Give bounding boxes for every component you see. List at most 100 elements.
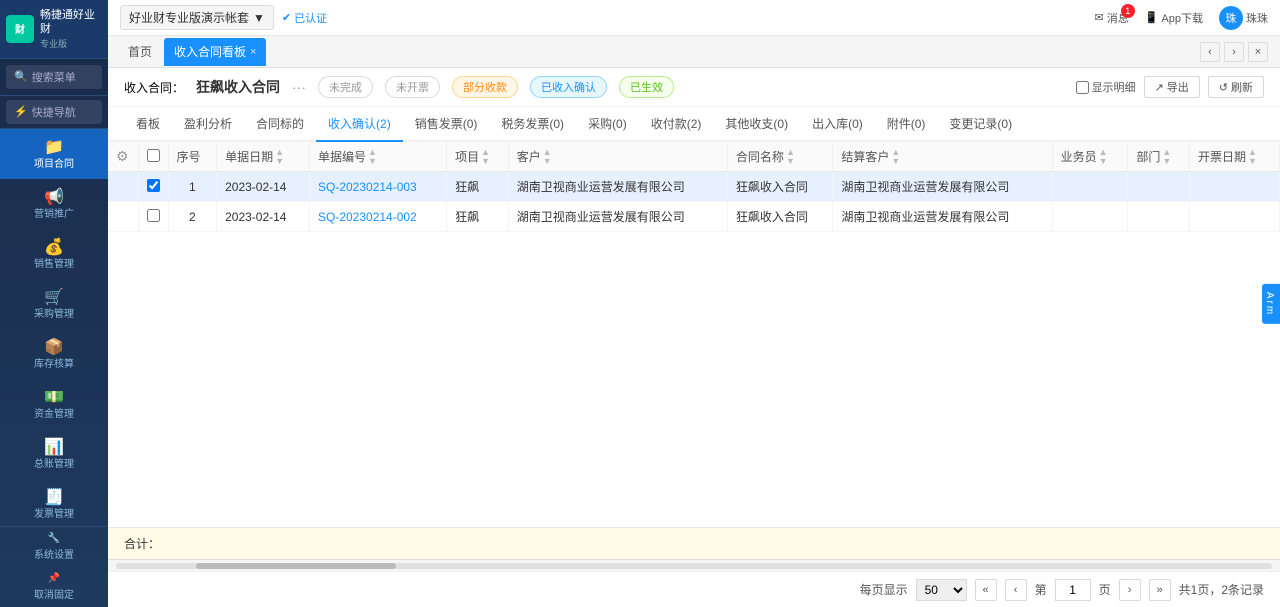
contract-more-button[interactable]: ··· [292, 79, 306, 95]
subtab-warehousing[interactable]: 出入库(0) [800, 107, 875, 142]
tabbar-nav: ‹ › × [1200, 42, 1268, 62]
contract-name-sort-icon[interactable]: ▲▼ [786, 148, 795, 164]
sidebar-item-general[interactable]: 📊 总账管理 [0, 429, 108, 479]
show-detail-checkbox-label[interactable]: 显示明细 [1076, 76, 1136, 98]
prev-page-button[interactable]: ‹ [1005, 579, 1027, 601]
select-all-checkbox[interactable] [147, 149, 160, 162]
contract-actions: 显示明细 ↗ 导出 ↺ 刷新 [1076, 76, 1264, 98]
export-button[interactable]: ↗ 导出 [1144, 76, 1200, 98]
company-selector[interactable]: 好业财专业版演示帐套 ▼ [120, 5, 274, 30]
next-page-button[interactable]: › [1119, 579, 1141, 601]
status-incomplete-button[interactable]: 未完成 [318, 76, 373, 98]
quick-nav-button[interactable]: ⚡ 快捷导航 [6, 100, 102, 124]
first-page-button[interactable]: « [975, 579, 997, 601]
row-order-no: SQ-20230214-002 [309, 202, 446, 232]
row-checkbox[interactable] [147, 179, 160, 192]
subtab-purchase[interactable]: 采购(0) [576, 107, 639, 142]
subtab-change-log[interactable]: 变更记录(0) [937, 107, 1024, 142]
department-sort-icon[interactable]: ▲▼ [1162, 148, 1171, 164]
subtab-contract-standard[interactable]: 合同标的 [244, 107, 316, 142]
row-department [1128, 202, 1190, 232]
subtab-kanban[interactable]: 看板 [124, 107, 172, 142]
active-tab[interactable]: 收入合同看板 × [164, 38, 266, 66]
general-icon: 📊 [44, 437, 64, 457]
tab-nav-prev[interactable]: ‹ [1200, 42, 1220, 62]
th-salesperson[interactable]: 业务员 ▲▼ [1052, 142, 1128, 172]
horizontal-scrollbar[interactable] [108, 559, 1280, 571]
subtab-tax-invoice[interactable]: 税务发票(0) [489, 107, 576, 142]
topbar: 好业财专业版演示帐套 ▼ ✔ 已认证 ✉ 1 消息 📱 App下载 珠 [108, 0, 1280, 36]
settings-gear-icon[interactable]: ⚙ [116, 148, 129, 164]
sidebar-item-invoice[interactable]: 🧾 发票管理 [0, 479, 108, 526]
th-customer[interactable]: 客户 ▲▼ [508, 142, 727, 172]
sidebar: 财 畅捷通好业财 专业版 🔍 搜索菜单 ⚡ 快捷导航 📁 项目合同 📢 营销推广… [0, 0, 108, 607]
row-settle-customer: 湖南卫视商业运营发展有限公司 [833, 202, 1052, 232]
th-project[interactable]: 项目 ▲▼ [447, 142, 509, 172]
subtab-attachment[interactable]: 附件(0) [875, 107, 938, 142]
subtab-income-confirm[interactable]: 收入确认(2) [316, 107, 403, 142]
row-settings-cell [108, 202, 138, 232]
app-download-button[interactable]: 📱 App下载 [1145, 10, 1203, 26]
order-no-sort-icon[interactable]: ▲▼ [368, 148, 377, 164]
per-page-select[interactable]: 50 100 200 [916, 579, 967, 601]
config-icon: 🔧 [48, 533, 60, 544]
last-page-button[interactable]: » [1149, 579, 1171, 601]
row-checkbox[interactable] [147, 209, 160, 222]
user-avatar-button[interactable]: 珠 珠珠 [1219, 6, 1268, 30]
sidebar-item-sales[interactable]: 💰 销售管理 [0, 229, 108, 279]
th-settle-customer[interactable]: 结算客户 ▲▼ [833, 142, 1052, 172]
table-row: 2 2023-02-14 SQ-20230214-002 狂飙 湖南卫视商业运营… [108, 202, 1280, 232]
sidebar-item-project[interactable]: 📁 项目合同 [0, 129, 108, 179]
settle-customer-sort-icon[interactable]: ▲▼ [891, 148, 900, 164]
open-date-sort-icon[interactable]: ▲▼ [1248, 148, 1257, 164]
arm-float-button[interactable]: Arm [1262, 283, 1280, 323]
search-icon: 🔍 [14, 70, 28, 83]
th-open-date[interactable]: 开票日期 ▲▼ [1189, 142, 1279, 172]
status-noinvoice-button[interactable]: 未开票 [385, 76, 440, 98]
th-date[interactable]: 单据日期 ▲▼ [217, 142, 310, 172]
project-sort-icon[interactable]: ▲▼ [481, 148, 490, 164]
date-sort-icon[interactable]: ▲▼ [275, 148, 284, 164]
messages-button[interactable]: ✉ 1 消息 [1095, 10, 1129, 26]
tab-close-button[interactable]: × [250, 46, 256, 58]
sidebar-item-purchase-label: 采购管理 [34, 309, 74, 321]
row-date: 2023-02-14 [217, 172, 310, 202]
show-detail-checkbox[interactable] [1076, 81, 1089, 94]
sidebar-item-invoice-label: 发票管理 [34, 509, 74, 521]
scrollbar-thumb[interactable] [196, 563, 396, 569]
subtab-other-income[interactable]: 其他收支(0) [713, 107, 800, 142]
search-menu-button[interactable]: 🔍 搜索菜单 [6, 65, 102, 89]
status-partial-button[interactable]: 部分收款 [452, 76, 518, 98]
search-menu-label: 搜索菜单 [32, 69, 76, 85]
home-tab[interactable]: 首页 [120, 39, 160, 64]
refresh-button[interactable]: ↺ 刷新 [1208, 76, 1264, 98]
row-settle-customer: 湖南卫视商业运营发展有限公司 [833, 172, 1052, 202]
order-no-link[interactable]: SQ-20230214-003 [318, 180, 417, 194]
show-detail-label: 显示明细 [1092, 79, 1136, 95]
page-number-input[interactable] [1055, 579, 1091, 601]
status-confirmed-button[interactable]: 已收入确认 [530, 76, 607, 98]
tab-nav-next[interactable]: › [1224, 42, 1244, 62]
sidebar-bottom-pin[interactable]: 📌 取消固定 [0, 567, 108, 607]
sidebar-item-marketing[interactable]: 📢 营销推广 [0, 179, 108, 229]
row-contract-name: 狂飙收入合同 [727, 172, 832, 202]
status-effective-button[interactable]: 已生效 [619, 76, 674, 98]
order-no-link[interactable]: SQ-20230214-002 [318, 210, 417, 224]
th-department[interactable]: 部门 ▲▼ [1128, 142, 1190, 172]
tab-nav-close[interactable]: × [1248, 42, 1268, 62]
sidebar-item-inventory[interactable]: 📦 库存核算 [0, 329, 108, 379]
salesperson-sort-icon[interactable]: ▲▼ [1099, 148, 1108, 164]
th-contract-name[interactable]: 合同名称 ▲▼ [727, 142, 832, 172]
sidebar-item-funds[interactable]: 💵 资金管理 [0, 379, 108, 429]
sidebar-bottom-config[interactable]: 🔧 系统设置 [0, 527, 108, 567]
subtab-payment[interactable]: 收付款(2) [639, 107, 714, 142]
th-order-no[interactable]: 单据编号 ▲▼ [309, 142, 446, 172]
subtab-profit[interactable]: 盈利分析 [172, 107, 244, 142]
sidebar-item-purchase[interactable]: 🛒 采购管理 [0, 279, 108, 329]
topbar-right: ✉ 1 消息 📱 App下载 珠 珠珠 [1095, 6, 1269, 30]
export-icon: ↗ [1155, 81, 1164, 94]
customer-sort-icon[interactable]: ▲▼ [543, 148, 552, 164]
pin-label: 取消固定 [34, 586, 74, 601]
message-badge: 1 [1121, 4, 1135, 18]
subtab-sales-invoice[interactable]: 销售发票(0) [403, 107, 490, 142]
